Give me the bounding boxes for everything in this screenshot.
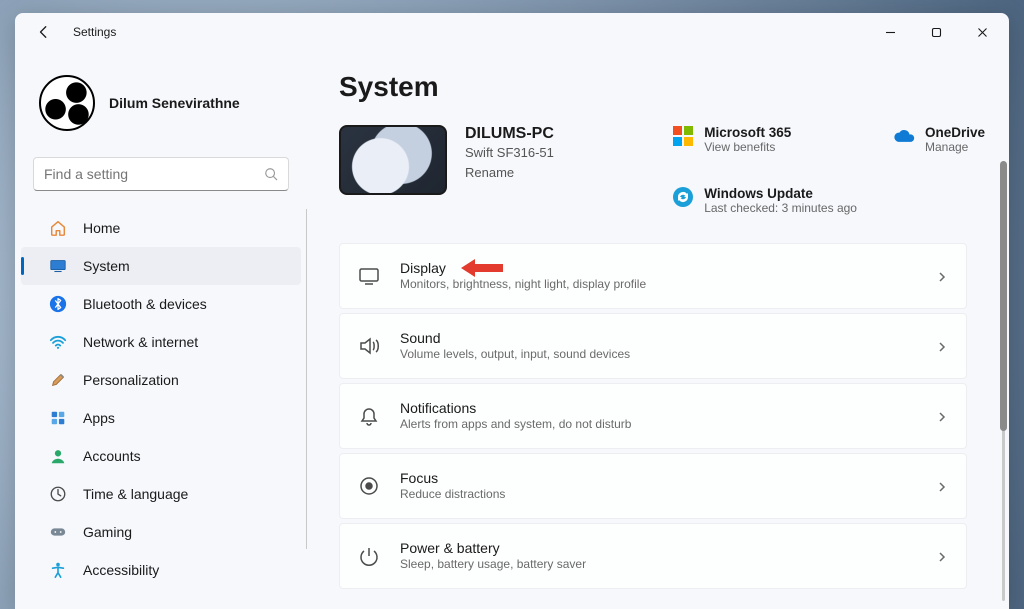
chevron-right-icon: [936, 480, 948, 492]
search-icon: [264, 167, 278, 181]
sidebar-item-home[interactable]: Home: [21, 209, 301, 247]
focus-icon: [358, 475, 380, 497]
sidebar-item-label: Accounts: [83, 448, 141, 464]
promo-sub[interactable]: View benefits: [704, 140, 791, 154]
onedrive-icon: [893, 125, 915, 147]
chevron-right-icon: [936, 550, 948, 562]
promo-links: Microsoft 365 View benefits Windows Upda…: [672, 125, 985, 215]
sidebar-item-gaming[interactable]: Gaming: [21, 513, 301, 551]
system-icon: [49, 257, 67, 275]
network-icon: [49, 333, 67, 351]
sidebar-item-time[interactable]: Time & language: [21, 475, 301, 513]
ms365-link[interactable]: Microsoft 365 View benefits: [672, 125, 857, 154]
back-button[interactable]: [27, 15, 61, 49]
card-sub: Monitors, brightness, night light, displ…: [400, 276, 916, 293]
accessibility-icon: [49, 561, 67, 579]
promo-title: Windows Update: [704, 186, 857, 201]
profile-name: Dilum Senevirathne: [109, 95, 240, 111]
card-title: Focus: [400, 470, 916, 486]
sidebar-item-label: Accessibility: [83, 562, 159, 578]
device-model: Swift SF316-51: [465, 143, 615, 163]
card-notifications[interactable]: Notifications Alerts from apps and syste…: [339, 383, 967, 449]
card-power[interactable]: Power & battery Sleep, battery usage, ba…: [339, 523, 967, 589]
sidebar-item-label: Bluetooth & devices: [83, 296, 207, 312]
power-icon: [358, 545, 380, 567]
maximize-button[interactable]: [913, 13, 959, 51]
main-scrollbar-thumb[interactable]: [1000, 161, 1007, 431]
personalization-icon: [49, 371, 67, 389]
notifications-icon: [358, 405, 380, 427]
display-icon: [358, 265, 380, 287]
card-focus[interactable]: Focus Reduce distractions: [339, 453, 967, 519]
sidebar-item-personalization[interactable]: Personalization: [21, 361, 301, 399]
close-icon: [977, 27, 988, 38]
windows-update-link[interactable]: Windows Update Last checked: 3 minutes a…: [672, 186, 857, 215]
main-area: System DILUMS-PC Swift SF316-51 Rename M…: [307, 51, 1009, 609]
sidebar-item-apps[interactable]: Apps: [21, 399, 301, 437]
search-box[interactable]: [33, 157, 289, 191]
sidebar-item-bluetooth[interactable]: Bluetooth & devices: [21, 285, 301, 323]
sidebar-item-label: System: [83, 258, 130, 274]
gaming-icon: [49, 523, 67, 541]
window-title: Settings: [73, 25, 116, 39]
body: Dilum Senevirathne Home System Bluet: [15, 51, 1009, 609]
settings-window: Settings Dilum Senevirathne Home: [15, 13, 1009, 609]
sidebar-item-label: Home: [83, 220, 120, 236]
titlebar: Settings: [15, 13, 1009, 51]
device-name: DILUMS-PC: [465, 125, 615, 143]
device-info-row: DILUMS-PC Swift SF316-51 Rename Microsof…: [339, 125, 985, 215]
device-text: DILUMS-PC Swift SF316-51 Rename: [465, 125, 615, 182]
arrow-left-icon: [37, 25, 51, 39]
chevron-right-icon: [936, 410, 948, 422]
sound-icon: [358, 335, 380, 357]
chevron-right-icon: [936, 340, 948, 352]
promo-title: Microsoft 365: [704, 125, 791, 140]
maximize-icon: [931, 27, 942, 38]
promo-sub: Last checked: 3 minutes ago: [704, 201, 857, 215]
card-sub: Alerts from apps and system, do not dist…: [400, 416, 916, 433]
card-sub: Sleep, battery usage, battery saver: [400, 556, 916, 573]
bluetooth-icon: [49, 295, 67, 313]
card-title: Notifications: [400, 400, 916, 416]
home-icon: [49, 219, 67, 237]
search-input[interactable]: [44, 166, 256, 182]
ms365-icon: [672, 125, 694, 147]
sidebar-nav: Home System Bluetooth & devices Network …: [15, 205, 307, 609]
sidebar: Dilum Senevirathne Home System Bluet: [15, 51, 307, 609]
time-icon: [49, 485, 67, 503]
card-title: Display: [400, 260, 916, 276]
sidebar-item-label: Personalization: [83, 372, 179, 388]
sidebar-item-label: Apps: [83, 410, 115, 426]
sidebar-item-label: Gaming: [83, 524, 132, 540]
card-title: Sound: [400, 330, 916, 346]
sidebar-item-label: Time & language: [83, 486, 188, 502]
card-sound[interactable]: Sound Volume levels, output, input, soun…: [339, 313, 967, 379]
window-controls: [867, 13, 1005, 51]
page-title: System: [339, 71, 985, 103]
accounts-icon: [49, 447, 67, 465]
chevron-right-icon: [936, 270, 948, 282]
onedrive-link[interactable]: OneDrive Manage: [893, 125, 985, 215]
sidebar-item-network[interactable]: Network & internet: [21, 323, 301, 361]
card-sub: Volume levels, output, input, sound devi…: [400, 346, 916, 363]
sidebar-item-accessibility[interactable]: Accessibility: [21, 551, 301, 589]
close-button[interactable]: [959, 13, 1005, 51]
promo-sub[interactable]: Manage: [925, 140, 985, 154]
avatar: [39, 75, 95, 131]
promo-title: OneDrive: [925, 125, 985, 140]
sidebar-item-system[interactable]: System: [21, 247, 301, 285]
profile-block[interactable]: Dilum Senevirathne: [15, 55, 307, 153]
sidebar-item-accounts[interactable]: Accounts: [21, 437, 301, 475]
minimize-button[interactable]: [867, 13, 913, 51]
card-sub: Reduce distractions: [400, 486, 916, 503]
apps-icon: [49, 409, 67, 427]
update-icon: [672, 186, 694, 208]
settings-cards: Display Monitors, brightness, night ligh…: [339, 243, 985, 589]
card-title: Power & battery: [400, 540, 916, 556]
minimize-icon: [885, 27, 896, 38]
sidebar-item-label: Network & internet: [83, 334, 198, 350]
device-rename-link[interactable]: Rename: [465, 163, 615, 183]
card-display[interactable]: Display Monitors, brightness, night ligh…: [339, 243, 967, 309]
device-thumbnail[interactable]: [339, 125, 447, 195]
